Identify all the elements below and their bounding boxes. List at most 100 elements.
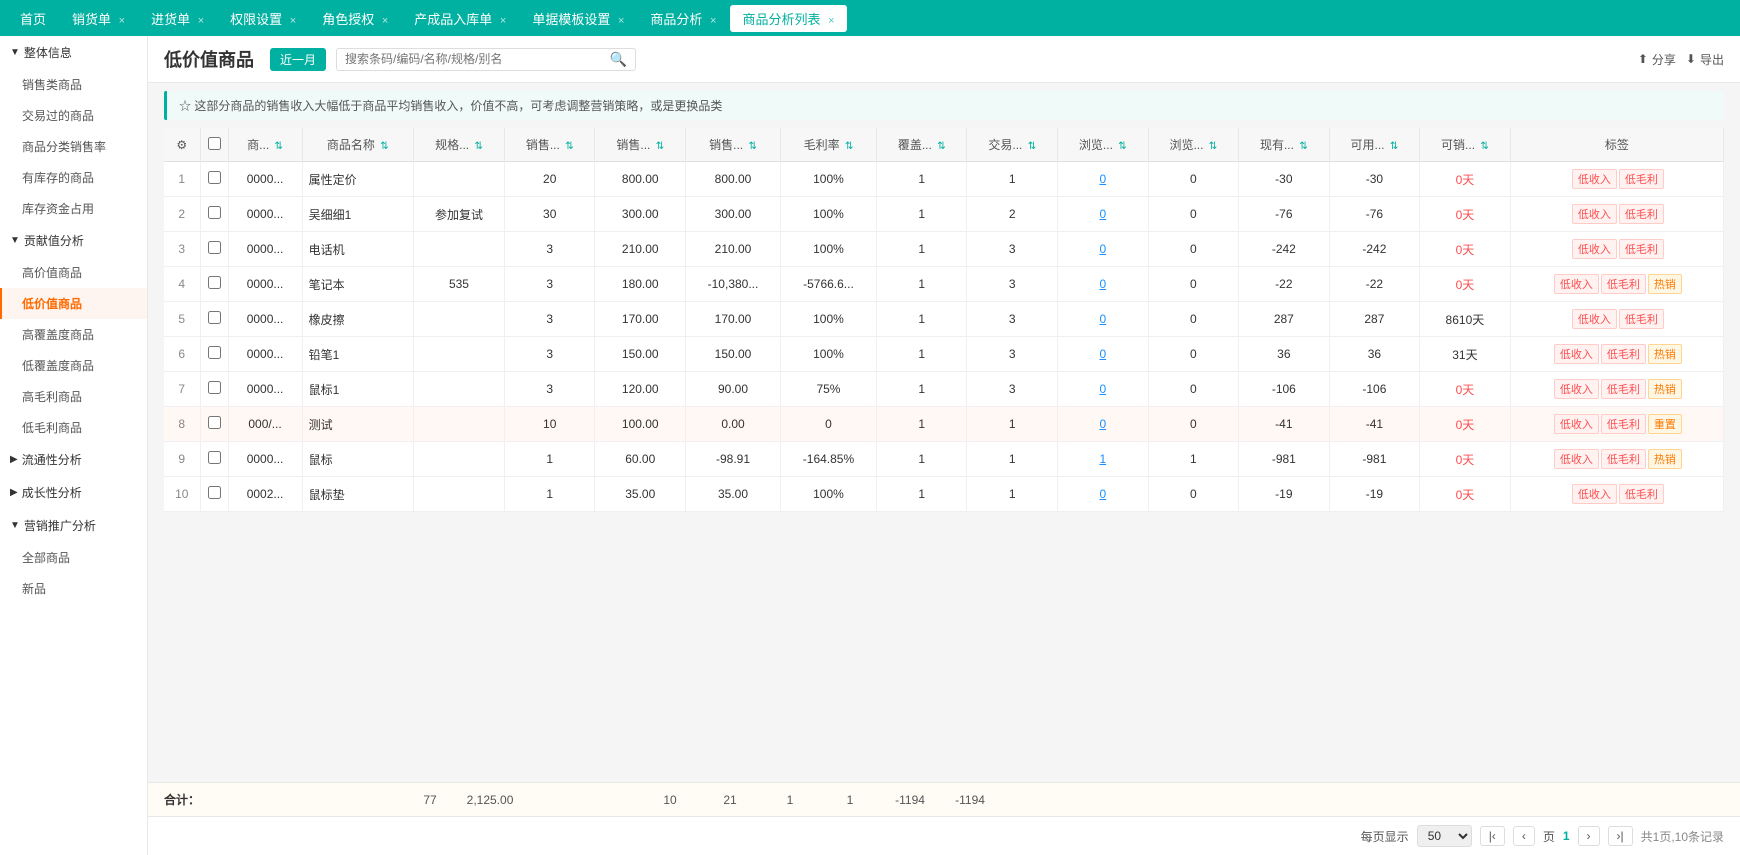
section-marketing[interactable]: ▼营销推广分析 [0, 509, 147, 542]
nav-roles-close[interactable]: × [382, 15, 388, 27]
select-all-checkbox[interactable] [208, 137, 221, 150]
view1-link[interactable]: 0 [1099, 417, 1106, 431]
view1-link[interactable]: 0 [1099, 382, 1106, 396]
view1-link[interactable]: 0 [1099, 277, 1106, 291]
cell-s3: 35.00 [686, 477, 781, 512]
cell-tags: 低收入低毛利 [1510, 197, 1723, 232]
cell-trade: 1 [967, 162, 1058, 197]
nav-permissions[interactable]: 权限设置 × [218, 5, 308, 32]
cell-checkbox[interactable] [200, 162, 228, 197]
sidebar-item-low-value[interactable]: 低价值商品 [0, 288, 147, 319]
sidebar-item-high-coverage[interactable]: 高覆盖度商品 [0, 319, 147, 350]
cell-view1[interactable]: 0 [1058, 267, 1149, 302]
sidebar-item-stock-fund[interactable]: 库存资金占用 [0, 193, 147, 224]
share-btn[interactable]: ⬆ 分享 [1638, 51, 1676, 68]
nav-sales[interactable]: 销货单 × [60, 5, 137, 32]
sidebar-item-high-value[interactable]: 高价值商品 [0, 257, 147, 288]
first-page-btn[interactable]: |‹ [1480, 826, 1505, 846]
section-circulation[interactable]: ▶流通性分析 [0, 443, 147, 476]
nav-sales-close[interactable]: × [119, 15, 125, 27]
tag-低收入: 低收入 [1554, 414, 1599, 434]
sidebar-item-category-rate[interactable]: 商品分类销售率 [0, 131, 147, 162]
nav-purchase-close[interactable]: × [198, 15, 204, 27]
cell-num: 1 [164, 162, 200, 197]
sidebar-item-low-margin[interactable]: 低毛利商品 [0, 412, 147, 443]
row-checkbox-9[interactable] [208, 486, 221, 499]
view1-link[interactable]: 0 [1099, 487, 1106, 501]
nav-permissions-close[interactable]: × [290, 15, 296, 27]
cell-view1[interactable]: 0 [1058, 337, 1149, 372]
cell-checkbox[interactable] [200, 372, 228, 407]
nav-stock-close[interactable]: × [500, 15, 506, 27]
cell-days: 0天 [1420, 162, 1511, 197]
cell-code: 0000... [228, 267, 302, 302]
sidebar-item-new-products[interactable]: 新品 [0, 573, 147, 604]
nav-product-analysis[interactable]: 商品分析 × [638, 5, 728, 32]
cell-current: -106 [1239, 372, 1330, 407]
tag-低收入: 低收入 [1572, 309, 1617, 329]
cell-view1[interactable]: 0 [1058, 302, 1149, 337]
view1-link[interactable]: 0 [1099, 207, 1106, 221]
row-checkbox-2[interactable] [208, 241, 221, 254]
nav-product-analysis-list[interactable]: 商品分析列表 × [730, 5, 846, 32]
sidebar-item-sales-products[interactable]: 销售类商品 [0, 69, 147, 100]
view1-link[interactable]: 0 [1099, 242, 1106, 256]
last-page-btn[interactable]: ›| [1608, 826, 1633, 846]
search-icon[interactable]: 🔍 [610, 51, 627, 68]
sidebar-item-high-margin[interactable]: 高毛利商品 [0, 381, 147, 412]
cell-view1[interactable]: 0 [1058, 372, 1149, 407]
row-checkbox-0[interactable] [208, 171, 221, 184]
cell-margin: 100% [780, 197, 876, 232]
prev-page-btn[interactable]: ‹ [1513, 826, 1535, 846]
search-input[interactable] [345, 52, 606, 66]
view1-link[interactable]: 1 [1099, 452, 1106, 466]
cell-view1[interactable]: 1 [1058, 442, 1149, 477]
filter-period-btn[interactable]: 近一月 [270, 48, 326, 71]
cell-view1[interactable]: 0 [1058, 407, 1149, 442]
sidebar-item-in-stock[interactable]: 有库存的商品 [0, 162, 147, 193]
section-overall[interactable]: ▼整体信息 [0, 36, 147, 69]
section-contribution[interactable]: ▼贡献值分析 [0, 224, 147, 257]
nav-home[interactable]: 首页 [8, 5, 58, 32]
cell-view1[interactable]: 0 [1058, 477, 1149, 512]
row-checkbox-8[interactable] [208, 451, 221, 464]
view1-link[interactable]: 0 [1099, 312, 1106, 326]
sidebar-item-traded[interactable]: 交易过的商品 [0, 100, 147, 131]
cell-view1[interactable]: 0 [1058, 232, 1149, 267]
nav-template-close[interactable]: × [618, 15, 624, 27]
sidebar-item-low-coverage[interactable]: 低覆盖度商品 [0, 350, 147, 381]
row-checkbox-4[interactable] [208, 311, 221, 324]
row-checkbox-3[interactable] [208, 276, 221, 289]
footer-trade: 21 [700, 793, 760, 807]
nav-stock-in[interactable]: 产成品入库单 × [402, 5, 518, 32]
section-growth[interactable]: ▶成长性分析 [0, 476, 147, 509]
cell-view1[interactable]: 0 [1058, 197, 1149, 232]
cell-checkbox[interactable] [200, 232, 228, 267]
page-size-select[interactable]: 50 100 200 [1417, 825, 1472, 847]
nav-analysis-close[interactable]: × [710, 15, 716, 27]
cell-days: 0天 [1420, 232, 1511, 267]
cell-checkbox[interactable] [200, 442, 228, 477]
nav-purchase[interactable]: 进货单 × [139, 5, 216, 32]
view1-link[interactable]: 0 [1099, 347, 1106, 361]
cell-checkbox[interactable] [200, 302, 228, 337]
export-btn[interactable]: ⬇ 导出 [1686, 51, 1724, 68]
nav-roles[interactable]: 角色授权 × [310, 5, 400, 32]
cell-checkbox[interactable] [200, 267, 228, 302]
sidebar-item-all-products[interactable]: 全部商品 [0, 542, 147, 573]
view1-link[interactable]: 0 [1099, 172, 1106, 186]
next-page-btn[interactable]: › [1578, 826, 1600, 846]
cell-checkbox[interactable] [200, 197, 228, 232]
cell-view1[interactable]: 0 [1058, 162, 1149, 197]
row-checkbox-1[interactable] [208, 206, 221, 219]
export-icon: ⬇ [1686, 52, 1696, 66]
row-checkbox-6[interactable] [208, 381, 221, 394]
col-settings[interactable]: ⚙ [164, 128, 200, 162]
cell-checkbox[interactable] [200, 337, 228, 372]
nav-template[interactable]: 单据模板设置 × [520, 5, 636, 32]
row-checkbox-7[interactable] [208, 416, 221, 429]
cell-checkbox[interactable] [200, 477, 228, 512]
nav-list-close[interactable]: × [828, 15, 834, 27]
cell-checkbox[interactable] [200, 407, 228, 442]
row-checkbox-5[interactable] [208, 346, 221, 359]
